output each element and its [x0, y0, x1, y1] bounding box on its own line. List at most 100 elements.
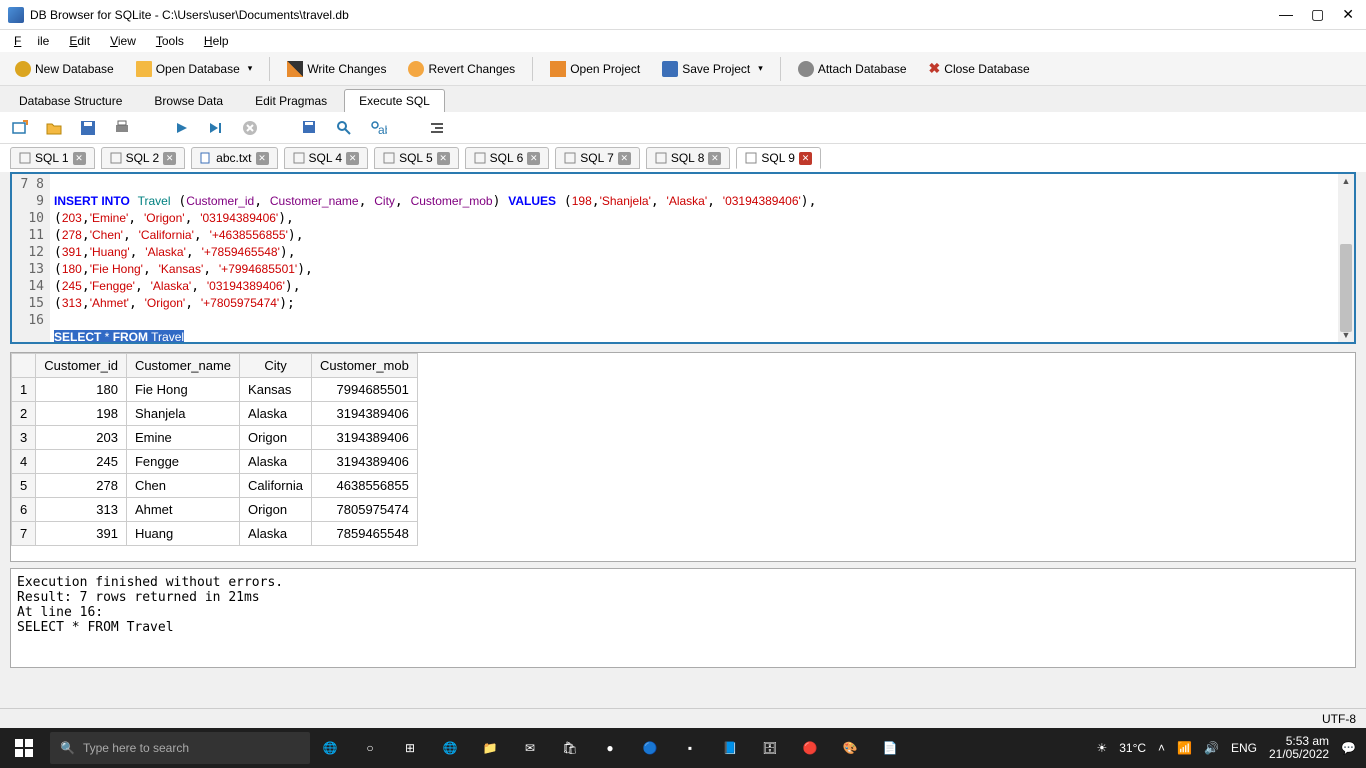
write-changes-button[interactable]: Write Changes: [278, 56, 395, 82]
line-gutter: 7 8 9 10 11 12 13 14 15 16: [12, 174, 50, 342]
tray-chevron-icon[interactable]: ˄: [1158, 741, 1165, 755]
tab-execute-sql[interactable]: Execute SQL: [344, 89, 445, 112]
save-icon[interactable]: [78, 118, 98, 138]
menu-view[interactable]: View: [102, 32, 144, 50]
taskbar-taskview[interactable]: ⊞: [396, 734, 424, 762]
taskbar-chrome[interactable]: 🔵: [636, 734, 664, 762]
taskbar-search[interactable]: 🔍 Type here to search: [50, 732, 310, 764]
open-project-button[interactable]: Open Project: [541, 56, 649, 82]
new-tab-icon[interactable]: [10, 118, 30, 138]
taskbar-app-2[interactable]: ●: [596, 734, 624, 762]
taskbar-dbbrowser[interactable]: 🗄: [756, 734, 784, 762]
menu-help[interactable]: Help: [196, 32, 237, 50]
menu-tools[interactable]: Tools: [148, 32, 192, 50]
maximize-button[interactable]: ▢: [1311, 6, 1324, 23]
column-header[interactable]: Customer_id: [36, 354, 127, 378]
taskbar-app-1[interactable]: 🌐: [316, 734, 344, 762]
revert-changes-button[interactable]: Revert Changes: [399, 56, 524, 82]
svg-text:ab: ab: [378, 123, 387, 137]
table-row[interactable]: 6313AhmetOrigon7805975474: [12, 498, 418, 522]
taskbar-app-4[interactable]: 🔴: [796, 734, 824, 762]
taskbar-edge[interactable]: 🌐: [436, 734, 464, 762]
close-tab-icon[interactable]: ✕: [346, 152, 359, 165]
sql-editor[interactable]: 7 8 9 10 11 12 13 14 15 16 INSERT INTO T…: [10, 172, 1356, 344]
main-toolbar: New Database Open Database▾ Write Change…: [0, 52, 1366, 86]
close-tab-icon[interactable]: ✕: [73, 152, 86, 165]
encoding-label: UTF-8: [1322, 712, 1356, 726]
close-tab-icon[interactable]: ✕: [163, 152, 176, 165]
new-database-button[interactable]: New Database: [6, 56, 123, 82]
stop-icon[interactable]: [240, 118, 260, 138]
sql-tab-5[interactable]: SQL 5✕: [374, 147, 459, 169]
sql-tab-2[interactable]: SQL 2✕: [101, 147, 186, 169]
scroll-down-icon[interactable]: ▼: [1338, 328, 1354, 342]
taskbar-cortana[interactable]: ○: [356, 734, 384, 762]
close-button[interactable]: ✕: [1342, 6, 1354, 23]
tab-database-structure[interactable]: Database Structure: [4, 89, 137, 112]
close-tab-icon[interactable]: ✕: [799, 152, 812, 165]
execute-line-icon[interactable]: [206, 118, 226, 138]
table-row[interactable]: 3203EmineOrigon3194389406: [12, 426, 418, 450]
close-database-button[interactable]: ✖Close Database: [920, 55, 1039, 82]
results-panel: Customer_idCustomer_nameCityCustomer_mob…: [10, 352, 1356, 562]
sql-tab-9[interactable]: SQL 9✕: [736, 147, 821, 169]
column-header[interactable]: Customer_mob: [311, 354, 417, 378]
search-icon: 🔍: [60, 741, 75, 755]
indent-icon[interactable]: [428, 118, 448, 138]
table-row[interactable]: 7391HuangAlaska7859465548: [12, 522, 418, 546]
scroll-thumb[interactable]: [1340, 244, 1352, 332]
sql-tab-3[interactable]: abc.txt✕: [191, 147, 277, 169]
close-tab-icon[interactable]: ✕: [708, 152, 721, 165]
code-area[interactable]: INSERT INTO Travel (Customer_id, Custome…: [50, 174, 1354, 342]
table-row[interactable]: 5278ChenCalifornia4638556855: [12, 474, 418, 498]
notifications-icon[interactable]: 💬: [1341, 741, 1356, 755]
sql-tab-4[interactable]: SQL 4✕: [284, 147, 369, 169]
tab-browse-data[interactable]: Browse Data: [139, 89, 238, 112]
taskbar-store[interactable]: 🛍: [556, 734, 584, 762]
tab-edit-pragmas[interactable]: Edit Pragmas: [240, 89, 342, 112]
weather-icon[interactable]: ☀: [1096, 741, 1107, 755]
open-database-button[interactable]: Open Database▾: [127, 56, 262, 82]
attach-database-button[interactable]: Attach Database: [789, 56, 916, 82]
menu-edit[interactable]: Edit: [61, 32, 98, 50]
results-table[interactable]: Customer_idCustomer_nameCityCustomer_mob…: [11, 353, 418, 546]
taskbar-word[interactable]: 📄: [876, 734, 904, 762]
taskbar-mail[interactable]: ✉: [516, 734, 544, 762]
table-row[interactable]: 4245FenggeAlaska3194389406: [12, 450, 418, 474]
menu-file[interactable]: File: [6, 32, 57, 50]
close-tab-icon[interactable]: ✕: [527, 152, 540, 165]
tray-language[interactable]: ENG: [1231, 741, 1257, 755]
find-icon[interactable]: [334, 118, 354, 138]
close-tab-icon[interactable]: ✕: [256, 152, 269, 165]
open-project-icon: [550, 61, 566, 77]
sql-tab-8[interactable]: SQL 8✕: [646, 147, 731, 169]
close-tab-icon[interactable]: ✕: [618, 152, 631, 165]
sql-tab-1[interactable]: SQL 1✕: [10, 147, 95, 169]
taskbar-app-5[interactable]: 🎨: [836, 734, 864, 762]
vertical-scrollbar[interactable]: ▲ ▼: [1338, 174, 1354, 342]
system-tray: ☀ 31°C ˄ 📶 🔊 ENG 5:53 am 21/05/2022 💬: [1086, 735, 1366, 761]
temperature[interactable]: 31°C: [1119, 741, 1146, 755]
find-replace-icon[interactable]: ab: [368, 118, 388, 138]
clock[interactable]: 5:53 am 21/05/2022: [1269, 735, 1329, 761]
scroll-up-icon[interactable]: ▲: [1338, 174, 1354, 188]
taskbar-terminal[interactable]: ▪: [676, 734, 704, 762]
close-tab-icon[interactable]: ✕: [437, 152, 450, 165]
save-results-icon[interactable]: [300, 118, 320, 138]
taskbar-explorer[interactable]: 📁: [476, 734, 504, 762]
save-project-button[interactable]: Save Project▾: [653, 56, 772, 82]
tray-network-icon[interactable]: 📶: [1177, 741, 1192, 755]
sql-tab-7[interactable]: SQL 7✕: [555, 147, 640, 169]
open-file-icon[interactable]: [44, 118, 64, 138]
column-header[interactable]: Customer_name: [126, 354, 239, 378]
start-button[interactable]: [0, 728, 48, 768]
print-icon[interactable]: [112, 118, 132, 138]
minimize-button[interactable]: —: [1279, 6, 1293, 23]
tray-volume-icon[interactable]: 🔊: [1204, 741, 1219, 755]
execute-icon[interactable]: [172, 118, 192, 138]
table-row[interactable]: 2198ShanjelaAlaska3194389406: [12, 402, 418, 426]
column-header[interactable]: City: [240, 354, 312, 378]
sql-tab-6[interactable]: SQL 6✕: [465, 147, 550, 169]
table-row[interactable]: 1180Fie HongKansas7994685501: [12, 378, 418, 402]
taskbar-app-3[interactable]: 📘: [716, 734, 744, 762]
